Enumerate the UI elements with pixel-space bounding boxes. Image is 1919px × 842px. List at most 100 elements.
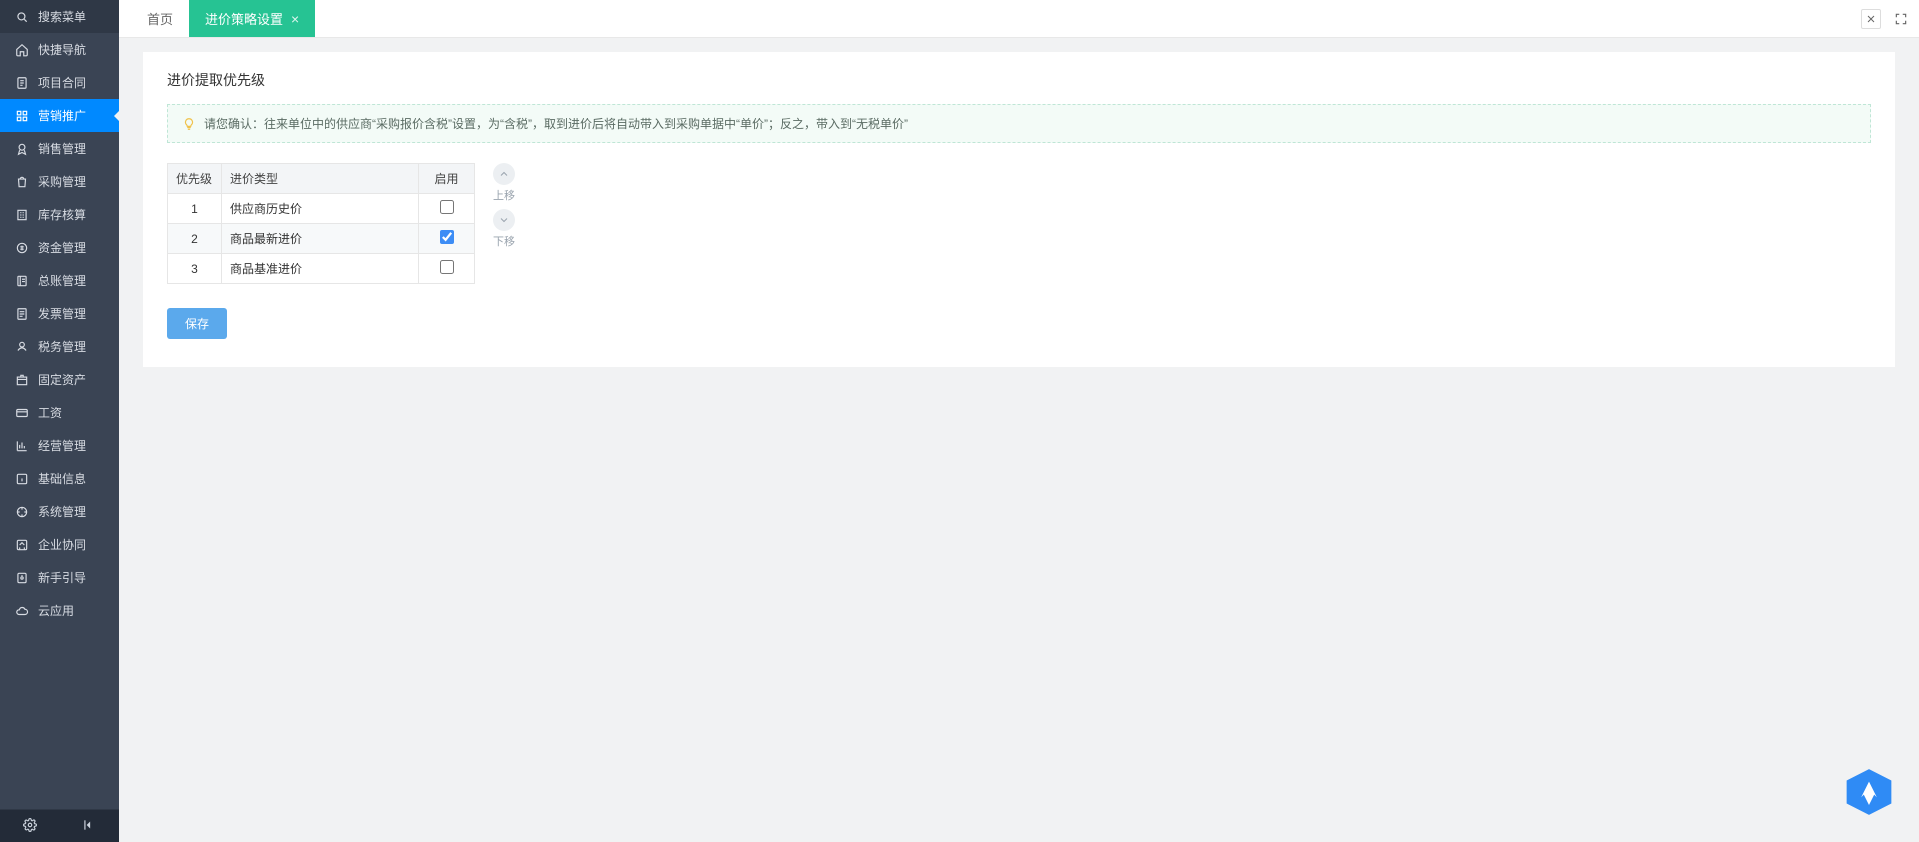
guide-icon xyxy=(14,570,30,586)
sidebar-item-5[interactable]: 采购管理 xyxy=(0,165,119,198)
cell-priority: 2 xyxy=(168,224,222,254)
table-row[interactable]: 1供应商历史价 xyxy=(168,194,475,224)
sidebar-item-label: 经营管理 xyxy=(38,437,86,454)
sidebar-item-4[interactable]: 销售管理 xyxy=(0,132,119,165)
col-header-enable: 启用 xyxy=(419,164,475,194)
cell-type: 商品最新进价 xyxy=(222,224,419,254)
sidebar-item-label: 采购管理 xyxy=(38,173,86,190)
sidebar-item-15[interactable]: 系统管理 xyxy=(0,495,119,528)
chevron-down-icon xyxy=(493,209,515,231)
sidebar-item-12[interactable]: 工资 xyxy=(0,396,119,429)
tab-active[interactable]: 进价策略设置 × xyxy=(189,0,315,37)
sidebar-item-8[interactable]: 总账管理 xyxy=(0,264,119,297)
box-icon xyxy=(14,372,30,388)
sidebar-item-3[interactable]: 营销推广 xyxy=(0,99,119,132)
fullscreen-button[interactable] xyxy=(1891,9,1911,29)
sidebar-nav: 搜索菜单快捷导航项目合同营销推广销售管理采购管理库存核算资金管理总账管理发票管理… xyxy=(0,0,119,809)
cell-priority: 3 xyxy=(168,254,222,284)
table-row[interactable]: 2商品最新进价 xyxy=(168,224,475,254)
sidebar-item-10[interactable]: 税务管理 xyxy=(0,330,119,363)
chevron-up-icon xyxy=(493,163,515,185)
team-icon xyxy=(14,537,30,553)
collapse-button[interactable] xyxy=(60,810,120,842)
chart-icon xyxy=(14,438,30,454)
doc-icon xyxy=(14,75,30,91)
move-up-label: 上移 xyxy=(493,187,515,203)
invoice-icon xyxy=(14,306,30,322)
tab-home[interactable]: 首页 xyxy=(131,0,189,37)
gear-icon xyxy=(23,818,37,835)
sidebar-item-label: 发票管理 xyxy=(38,305,86,322)
priority-table: 优先级 进价类型 启用 1供应商历史价2商品最新进价3商品基准进价 xyxy=(167,163,475,284)
sidebar: 搜索菜单快捷导航项目合同营销推广销售管理采购管理库存核算资金管理总账管理发票管理… xyxy=(0,0,119,842)
enable-checkbox[interactable] xyxy=(440,260,454,274)
assistant-fab[interactable] xyxy=(1843,766,1895,818)
close-icon[interactable]: × xyxy=(291,11,299,27)
bag-icon xyxy=(14,174,30,190)
tabs-close-button[interactable] xyxy=(1861,9,1881,29)
building-icon xyxy=(14,207,30,223)
sidebar-item-9[interactable]: 发票管理 xyxy=(0,297,119,330)
sidebar-item-label: 总账管理 xyxy=(38,272,86,289)
sidebar-item-7[interactable]: 资金管理 xyxy=(0,231,119,264)
sidebar-item-14[interactable]: 基础信息 xyxy=(0,462,119,495)
col-header-type: 进价类型 xyxy=(222,164,419,194)
sidebar-item-11[interactable]: 固定资产 xyxy=(0,363,119,396)
content: 进价提取优先级 请您确认：往来单位中的供应商“采购报价含税”设置，为“含税”，取… xyxy=(119,38,1919,842)
move-down-label: 下移 xyxy=(493,233,515,249)
bulb-icon xyxy=(182,117,196,131)
sidebar-item-16[interactable]: 企业协同 xyxy=(0,528,119,561)
main: 首页 进价策略设置 × 进价提取优先级 xyxy=(119,0,1919,842)
system-icon xyxy=(14,504,30,520)
enable-checkbox[interactable] xyxy=(440,230,454,244)
move-buttons: 上移 下移 xyxy=(493,163,515,284)
sidebar-item-label: 固定资产 xyxy=(38,371,86,388)
page-title: 进价提取优先级 xyxy=(167,70,1871,90)
card-icon xyxy=(14,405,30,421)
table-section: 优先级 进价类型 启用 1供应商历史价2商品最新进价3商品基准进价 xyxy=(167,163,1871,284)
sidebar-item-1[interactable]: 快捷导航 xyxy=(0,33,119,66)
sidebar-item-label: 新手引导 xyxy=(38,569,86,586)
tab-label: 进价策略设置 xyxy=(205,9,283,28)
cell-enable xyxy=(419,224,475,254)
search-icon xyxy=(14,9,30,25)
tip-text: 请您确认：往来单位中的供应商“采购报价含税”设置，为“含税”，取到进价后将自动带… xyxy=(204,115,908,132)
enable-checkbox[interactable] xyxy=(440,200,454,214)
sidebar-item-label: 基础信息 xyxy=(38,470,86,487)
tax-icon xyxy=(14,339,30,355)
cell-type: 供应商历史价 xyxy=(222,194,419,224)
save-button[interactable]: 保存 xyxy=(167,308,227,339)
tip-banner: 请您确认：往来单位中的供应商“采购报价含税”设置，为“含税”，取到进价后将自动带… xyxy=(167,104,1871,143)
move-down-button[interactable]: 下移 xyxy=(493,209,515,249)
panel: 进价提取优先级 请您确认：往来单位中的供应商“采购报价含税”设置，为“含税”，取… xyxy=(143,52,1895,367)
settings-button[interactable] xyxy=(0,810,60,842)
sidebar-item-17[interactable]: 新手引导 xyxy=(0,561,119,594)
sidebar-item-label: 销售管理 xyxy=(38,140,86,157)
home-icon xyxy=(14,42,30,58)
sidebar-item-0[interactable]: 搜索菜单 xyxy=(0,0,119,33)
sidebar-item-label: 库存核算 xyxy=(38,206,86,223)
sidebar-item-label: 营销推广 xyxy=(38,107,86,124)
sidebar-item-label: 搜索菜单 xyxy=(38,8,86,25)
cell-priority: 1 xyxy=(168,194,222,224)
grid-icon xyxy=(14,108,30,124)
move-up-button[interactable]: 上移 xyxy=(493,163,515,203)
cell-type: 商品基准进价 xyxy=(222,254,419,284)
sidebar-item-label: 企业协同 xyxy=(38,536,86,553)
ledger-icon xyxy=(14,273,30,289)
sidebar-item-13[interactable]: 经营管理 xyxy=(0,429,119,462)
sidebar-item-18[interactable]: 云应用 xyxy=(0,594,119,627)
sidebar-bottom xyxy=(0,809,119,842)
badge-icon xyxy=(14,141,30,157)
info-icon xyxy=(14,471,30,487)
sidebar-item-6[interactable]: 库存核算 xyxy=(0,198,119,231)
tab-label: 首页 xyxy=(147,9,173,28)
sidebar-item-label: 工资 xyxy=(38,404,62,421)
table-row[interactable]: 3商品基准进价 xyxy=(168,254,475,284)
sidebar-item-2[interactable]: 项目合同 xyxy=(0,66,119,99)
collapse-icon xyxy=(82,818,96,835)
sidebar-item-label: 税务管理 xyxy=(38,338,86,355)
sidebar-item-label: 资金管理 xyxy=(38,239,86,256)
sidebar-item-label: 快捷导航 xyxy=(38,41,86,58)
tabbar: 首页 进价策略设置 × xyxy=(119,0,1919,38)
